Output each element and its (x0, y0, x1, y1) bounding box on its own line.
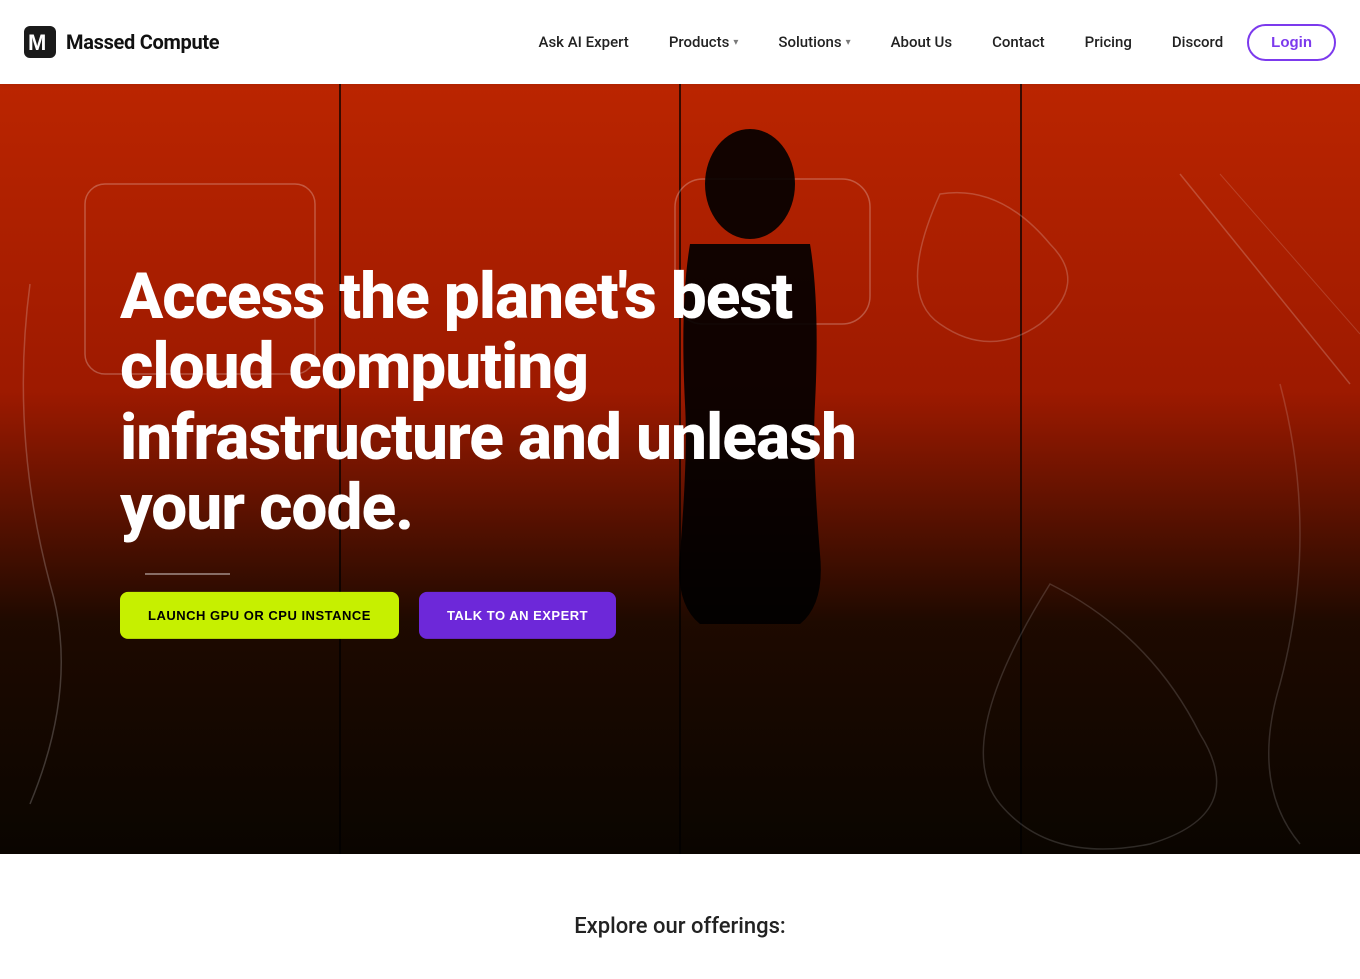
hero-buttons: LAUNCH GPU OR CPU INSTANCE TALK TO AN EX… (120, 591, 860, 638)
explore-offerings-label: Explore our offerings: (0, 914, 1360, 939)
launch-instance-button[interactable]: LAUNCH GPU OR CPU INSTANCE (120, 591, 399, 638)
nav-item-products[interactable]: Products ▾ (653, 25, 755, 59)
nav-item-solutions[interactable]: Solutions ▾ (762, 25, 866, 59)
below-hero-section: Explore our offerings: (0, 854, 1360, 979)
hero-content: Access the planet's best cloud computing… (120, 262, 860, 639)
nav-item-discord[interactable]: Discord (1156, 25, 1239, 59)
navbar: M Massed Compute Ask AI Expert Products … (0, 0, 1360, 84)
nav-label-solutions: Solutions (778, 33, 841, 51)
hero-section: Access the planet's best cloud computing… (0, 84, 1360, 854)
hero-title: Access the planet's best cloud computing… (120, 262, 860, 544)
nav-item-about[interactable]: About Us (875, 25, 969, 59)
brand-name: Massed Compute (66, 30, 219, 54)
login-button[interactable]: Login (1247, 24, 1336, 61)
nav-label-about: About Us (891, 33, 953, 51)
panel-4 (1022, 84, 1360, 854)
brand-link[interactable]: M Massed Compute (24, 26, 219, 58)
nav-item-ask-ai[interactable]: Ask AI Expert (523, 25, 645, 59)
navbar-nav: Ask AI Expert Products ▾ Solutions ▾ Abo… (523, 24, 1336, 61)
nav-label-products: Products (669, 33, 730, 51)
chevron-down-icon: ▾ (733, 37, 738, 48)
nav-label-pricing: Pricing (1085, 33, 1132, 51)
talk-to-expert-button[interactable]: TALK TO AN EXPERT (419, 591, 616, 638)
nav-label-contact: Contact (992, 33, 1045, 51)
brand-logo-icon: M (24, 26, 56, 58)
nav-label-discord: Discord (1172, 33, 1223, 51)
svg-text:M: M (28, 30, 46, 55)
nav-item-contact[interactable]: Contact (976, 25, 1061, 59)
nav-label-ask-ai: Ask AI Expert (539, 33, 629, 51)
nav-item-pricing[interactable]: Pricing (1069, 25, 1148, 59)
chevron-down-icon: ▾ (846, 37, 851, 48)
